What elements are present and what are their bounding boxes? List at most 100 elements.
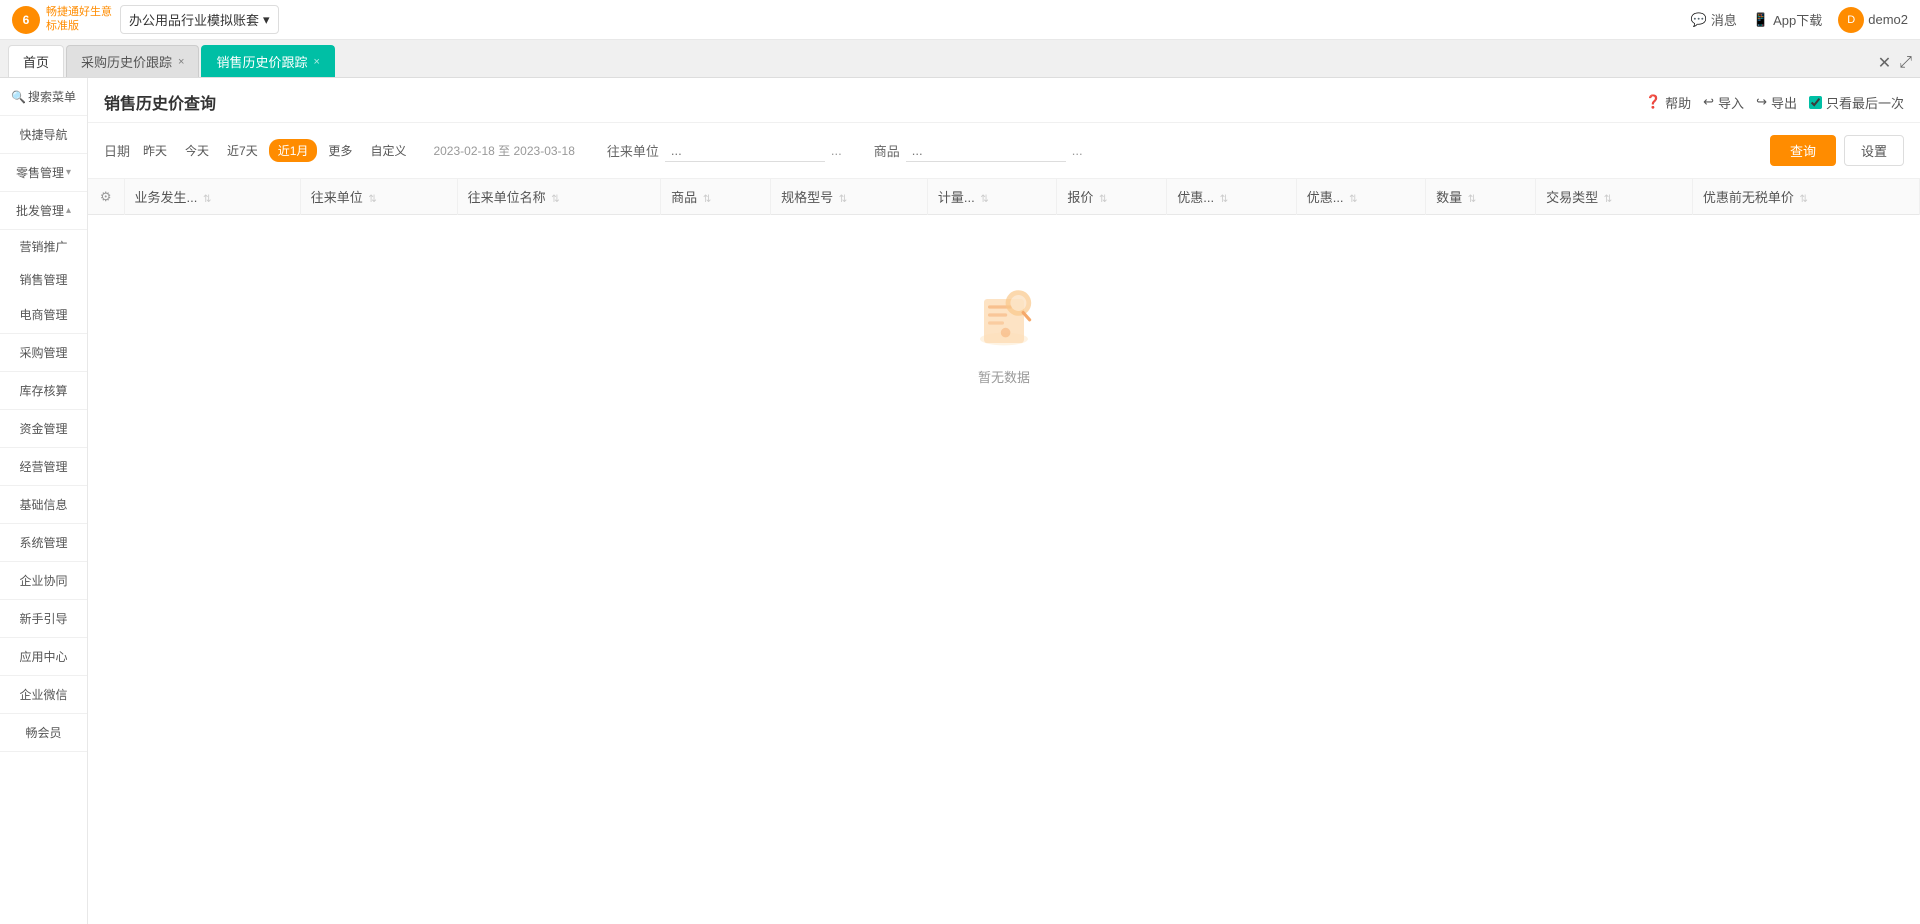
col-spec[interactable]: 规格型号 ⇅ (771, 179, 928, 215)
only-last-checkbox-label[interactable]: 只看最后一次 (1809, 93, 1904, 112)
page-title: 销售历史价查询 (104, 90, 216, 114)
logo-area: 6 畅捷通好生意 标准版 (12, 6, 112, 34)
data-table: ⚙ 业务发生... ⇅ 往来单位 ⇅ 往来单位名称 ⇅ (88, 179, 1920, 215)
sidebar-item-member[interactable]: 畅会员 (0, 714, 87, 752)
goods-label: 商品 (874, 141, 900, 160)
sidebar-item-marketing[interactable]: 营销推广 (0, 230, 87, 263)
import-button[interactable]: ↩ 导入 (1703, 93, 1744, 112)
sort-icon: ⇅ (1099, 194, 1107, 205)
col-partner-code[interactable]: 往来单位 ⇅ (300, 179, 457, 215)
sidebar-item-sales-mgmt[interactable]: 销售管理 (0, 263, 87, 296)
col-discount2[interactable]: 优惠... ⇅ (1296, 179, 1425, 215)
help-button[interactable]: ❓ 帮助 (1645, 93, 1691, 112)
date-shortcuts: 昨天 今天 近7天 近1月 更多 自定义 (136, 139, 413, 162)
col-settings[interactable]: ⚙ (88, 179, 124, 215)
partner-label: 往来单位 (607, 141, 659, 160)
sidebar-item-quick-nav[interactable]: 快捷导航 (0, 116, 87, 154)
col-biz-date[interactable]: 业务发生... ⇅ (124, 179, 300, 215)
date-range-text: 2023-02-18 至 2023-03-18 (433, 142, 574, 159)
sidebar-item-basic-info[interactable]: 基础信息 (0, 486, 87, 524)
date-filter-group: 日期 昨天 今天 近7天 近1月 更多 自定义 (104, 139, 413, 162)
table-header-row: ⚙ 业务发生... ⇅ 往来单位 ⇅ 往来单位名称 ⇅ (88, 179, 1920, 215)
col-quantity[interactable]: 数量 ⇅ (1426, 179, 1536, 215)
sidebar-item-system-mgmt[interactable]: 系统管理 (0, 524, 87, 562)
avatar: D (1838, 7, 1864, 33)
date-btn-yesterday[interactable]: 昨天 (136, 139, 174, 162)
sidebar-item-enterprise-wechat[interactable]: 企业微信 (0, 676, 87, 714)
logo-text: 畅捷通好生意 标准版 (46, 6, 112, 32)
sort-icon: ⇅ (1800, 194, 1808, 205)
sidebar-item-purchase-mgmt[interactable]: 采购管理 (0, 334, 87, 372)
col-trade-type[interactable]: 交易类型 ⇅ (1536, 179, 1693, 215)
tab-bar-actions: ✕ ⤢ (1878, 53, 1912, 77)
empty-illustration (964, 275, 1044, 355)
expand-button[interactable]: ⤢ (1899, 54, 1912, 72)
sidebar-item-enterprise-coop[interactable]: 企业协同 (0, 562, 87, 600)
goods-dots-button[interactable]: ... (1072, 143, 1083, 158)
page-header: 销售历史价查询 ❓ 帮助 ↩ 导入 ↪ 导出 (88, 78, 1920, 123)
sidebar-item-inventory[interactable]: 库存核算 (0, 372, 87, 410)
goods-filter-group: 商品 ... (874, 140, 1083, 162)
empty-text: 暂无数据 (978, 367, 1030, 386)
help-icon: ❓ (1645, 94, 1661, 110)
sidebar-item-wholesale-mgmt[interactable]: 批发管理 ▴ (0, 192, 87, 230)
col-discount1[interactable]: 优惠... ⇅ (1167, 179, 1296, 215)
user-profile[interactable]: D demo2 (1838, 7, 1908, 33)
close-tab-purchase-icon[interactable]: × (178, 56, 184, 68)
page-content: 销售历史价查询 ❓ 帮助 ↩ 导入 ↪ 导出 (88, 78, 1920, 924)
sidebar-item-finance-mgmt[interactable]: 资金管理 (0, 410, 87, 448)
col-unit[interactable]: 计量... ⇅ (927, 179, 1056, 215)
sidebar-item-retail-mgmt[interactable]: 零售管理 ▾ (0, 154, 87, 192)
close-tab-sales-icon[interactable]: × (313, 56, 319, 68)
chevron-down-icon: ▾ (263, 12, 270, 28)
app-selector[interactable]: 办公用品行业模拟账套 ▾ (120, 5, 279, 34)
sort-icon: ⇅ (703, 194, 711, 205)
date-btn-custom[interactable]: 自定义 (363, 139, 413, 162)
col-pre-tax-price[interactable]: 优惠前无税单价 ⇅ (1692, 179, 1919, 215)
sidebar-item-ops-mgmt[interactable]: 经营管理 (0, 448, 87, 486)
sort-icon: ⇅ (368, 194, 376, 205)
top-header: 6 畅捷通好生意 标准版 办公用品行业模拟账套 ▾ 💬 消息 📱 App下载 D… (0, 0, 1920, 40)
sidebar-item-ecommerce-mgmt[interactable]: 电商管理 (0, 296, 87, 334)
search-icon: 🔍 (11, 90, 26, 104)
date-btn-1month[interactable]: 近1月 (269, 139, 318, 162)
partner-filter-group: 往来单位 ... (607, 140, 842, 162)
sort-icon: ⇅ (551, 194, 559, 205)
download-icon: 📱 (1753, 12, 1769, 28)
table-area: ⚙ 业务发生... ⇅ 往来单位 ⇅ 往来单位名称 ⇅ (88, 179, 1920, 924)
import-icon: ↩ (1703, 94, 1714, 110)
message-button[interactable]: 💬 消息 (1691, 10, 1737, 29)
date-btn-more[interactable]: 更多 (321, 139, 359, 162)
date-btn-today[interactable]: 今天 (178, 139, 216, 162)
page-header-actions: ❓ 帮助 ↩ 导入 ↪ 导出 只看最后一次 (1645, 93, 1904, 112)
query-button[interactable]: 查询 (1770, 135, 1836, 166)
col-partner-name[interactable]: 往来单位名称 ⇅ (457, 179, 661, 215)
close-all-tabs-button[interactable]: ✕ (1878, 53, 1891, 73)
main-layout: 🔍 搜索菜单 快捷导航 零售管理 ▾ 批发管理 ▴ 营销推广 销售管理 电商管理… (0, 78, 1920, 924)
chevron-down-icon: ▾ (66, 167, 71, 178)
content-area: 销售历史价查询 ❓ 帮助 ↩ 导入 ↪ 导出 (88, 78, 1920, 924)
sort-icon: ⇅ (839, 194, 847, 205)
goods-input[interactable] (906, 140, 1066, 162)
export-icon: ↪ (1756, 94, 1767, 110)
tab-purchase-history[interactable]: 采购历史价跟踪 × (66, 45, 199, 77)
sidebar: 🔍 搜索菜单 快捷导航 零售管理 ▾ 批发管理 ▴ 营销推广 销售管理 电商管理… (0, 78, 88, 924)
tab-sales-history[interactable]: 销售历史价跟踪 × (201, 45, 334, 77)
only-last-checkbox[interactable] (1809, 96, 1822, 109)
sidebar-item-app-center[interactable]: 应用中心 (0, 638, 87, 676)
sidebar-item-new-guide[interactable]: 新手引导 (0, 600, 87, 638)
empty-state: 暂无数据 (88, 215, 1920, 446)
partner-input[interactable] (665, 140, 825, 162)
tab-home[interactable]: 首页 (8, 45, 64, 77)
export-button[interactable]: ↪ 导出 (1756, 93, 1797, 112)
app-download-button[interactable]: 📱 App下载 (1753, 10, 1822, 29)
partner-dots-button[interactable]: ... (831, 143, 842, 158)
sidebar-item-search-menu[interactable]: 🔍 搜索菜单 (0, 78, 87, 116)
filter-area: 日期 昨天 今天 近7天 近1月 更多 自定义 2023-02-18 至 202… (88, 123, 1920, 179)
settings-button[interactable]: 设置 (1844, 135, 1904, 166)
col-goods[interactable]: 商品 ⇅ (661, 179, 771, 215)
sort-icon: ⇅ (1220, 194, 1228, 205)
date-btn-7days[interactable]: 近7天 (220, 139, 265, 162)
col-quote[interactable]: 报价 ⇅ (1057, 179, 1167, 215)
tab-bar: 首页 采购历史价跟踪 × 销售历史价跟踪 × ✕ ⤢ (0, 40, 1920, 78)
